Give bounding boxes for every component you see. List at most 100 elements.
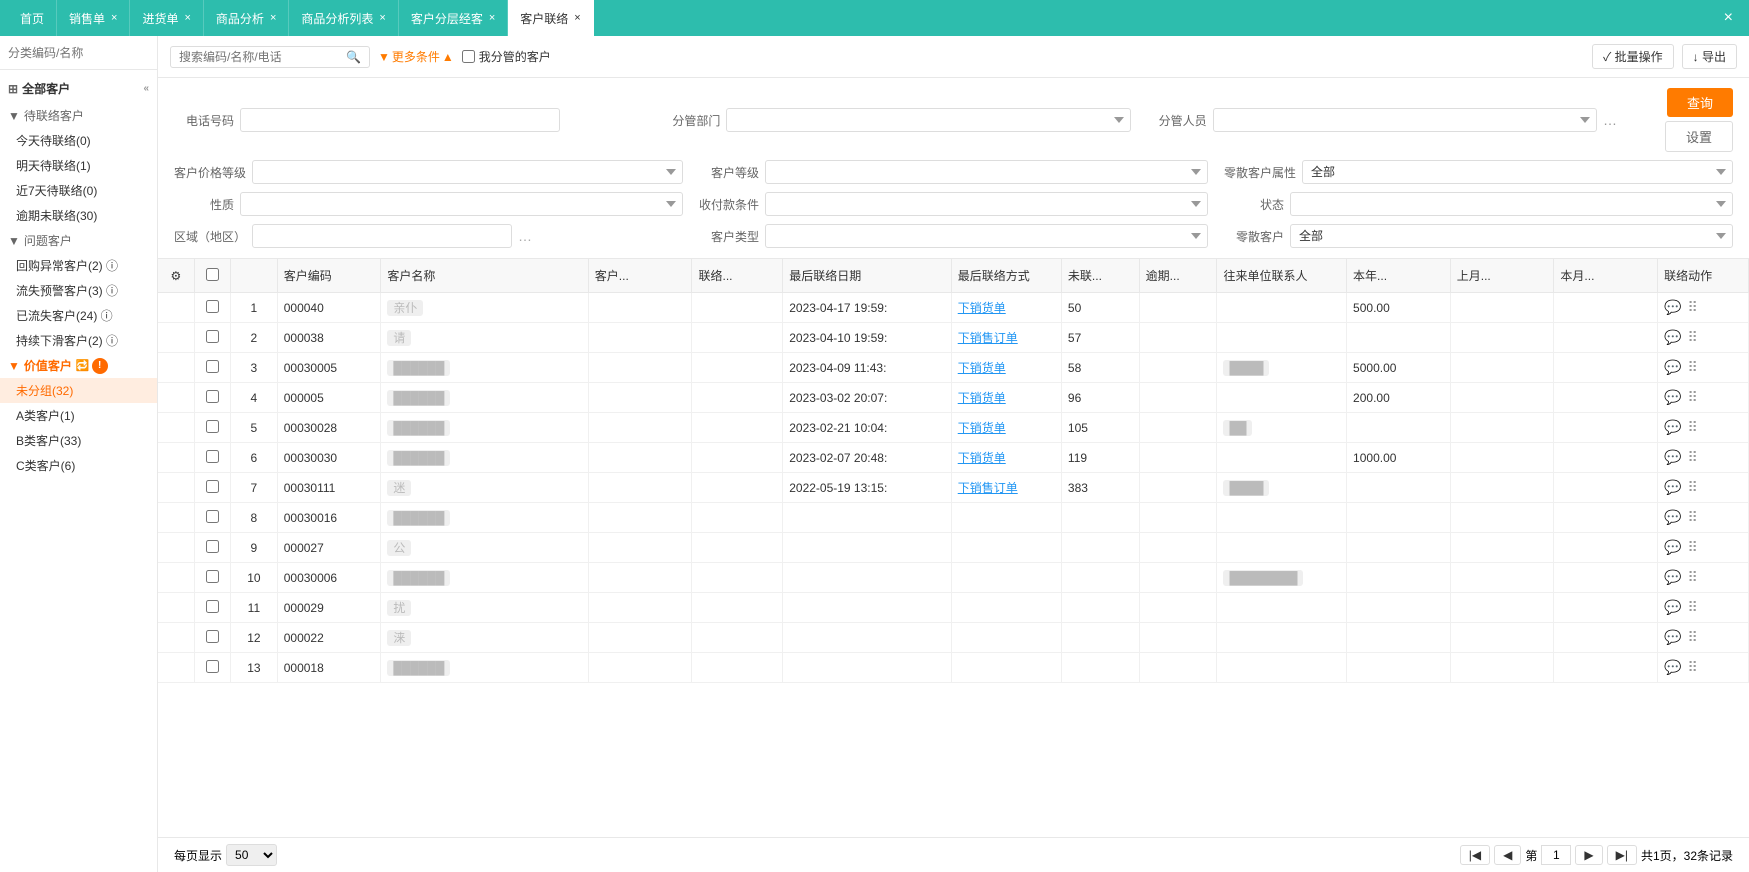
chat-icon[interactable]: 💬 xyxy=(1664,329,1681,346)
chat-icon[interactable]: 💬 xyxy=(1664,599,1681,616)
row-checkbox[interactable] xyxy=(194,563,230,593)
last-method-link[interactable]: 下销货单 xyxy=(958,421,1006,435)
tab-customer-segment[interactable]: 客户分层经客 × xyxy=(399,0,508,36)
last-page-button[interactable]: ▶| xyxy=(1607,845,1637,865)
row-checkbox[interactable] xyxy=(194,533,230,563)
gender-select[interactable] xyxy=(240,192,683,216)
row-check[interactable] xyxy=(206,300,219,313)
my-customers-check[interactable] xyxy=(462,50,475,63)
manager-select[interactable] xyxy=(1213,108,1597,132)
gear-icon[interactable]: ⚙ xyxy=(171,269,182,283)
apps-icon[interactable]: ⠿ xyxy=(1688,599,1698,616)
tab-purchase-close[interactable]: × xyxy=(184,12,190,24)
per-page-select[interactable]: 50 100 200 xyxy=(226,844,277,866)
apps-icon[interactable]: ⠿ xyxy=(1688,449,1698,466)
sidebar-item-churn-risk[interactable]: 流失预警客户(3) ⓘ xyxy=(0,278,157,303)
sidebar-item-class-b[interactable]: B类客户(33) xyxy=(0,428,157,453)
close-all-button[interactable]: × xyxy=(1716,9,1741,27)
tab-product-analysis-list[interactable]: 商品分析列表 × xyxy=(289,0,398,36)
row-checkbox[interactable] xyxy=(194,293,230,323)
row-checkbox[interactable] xyxy=(194,323,230,353)
search-input[interactable] xyxy=(179,50,346,64)
chat-icon[interactable]: 💬 xyxy=(1664,449,1681,466)
row-check[interactable] xyxy=(206,570,219,583)
row-last-method[interactable] xyxy=(951,533,1061,563)
row-checkbox[interactable] xyxy=(194,353,230,383)
row-last-method[interactable]: 下销货单 xyxy=(951,383,1061,413)
sidebar-item-7days[interactable]: 近7天待联络(0) xyxy=(0,178,157,203)
col-checkbox[interactable] xyxy=(194,259,230,293)
all-customers-header[interactable]: ⊞ 全部客户 « xyxy=(0,74,157,103)
sidebar-item-lost[interactable]: 已流失客户(24) ⓘ xyxy=(0,303,157,328)
row-check[interactable] xyxy=(206,390,219,403)
last-method-link[interactable]: 下销售订单 xyxy=(958,331,1018,345)
last-method-link[interactable]: 下销货单 xyxy=(958,451,1006,465)
row-checkbox[interactable] xyxy=(194,653,230,683)
my-customers-checkbox[interactable]: 我分管的客户 xyxy=(462,48,551,65)
last-method-link[interactable]: 下销货单 xyxy=(958,301,1006,315)
chat-icon[interactable]: 💬 xyxy=(1664,629,1681,646)
col-settings[interactable]: ⚙ xyxy=(158,259,194,293)
dept-select[interactable] xyxy=(726,108,1130,132)
sidebar-item-unclassified[interactable]: 未分组(32) xyxy=(0,378,157,403)
apps-icon[interactable]: ⠿ xyxy=(1688,419,1698,436)
chat-icon[interactable]: 💬 xyxy=(1664,479,1681,496)
price-level-select[interactable] xyxy=(252,160,683,184)
sidebar-collapse-icon[interactable]: « xyxy=(143,83,149,94)
row-check[interactable] xyxy=(206,660,219,673)
prev-page-button[interactable]: ◀ xyxy=(1494,845,1521,865)
search-icon[interactable]: 🔍 xyxy=(346,50,361,64)
select-all-checkbox[interactable] xyxy=(206,268,219,281)
tab-purchase[interactable]: 进货单 × xyxy=(130,0,203,36)
query-button[interactable]: 查询 xyxy=(1667,88,1733,117)
sidebar-item-class-a[interactable]: A类客户(1) xyxy=(0,403,157,428)
last-method-link[interactable]: 下销售订单 xyxy=(958,481,1018,495)
row-checkbox[interactable] xyxy=(194,383,230,413)
row-last-method[interactable]: 下销货单 xyxy=(951,293,1061,323)
tab-product-analysis-close[interactable]: × xyxy=(270,12,276,24)
apps-icon[interactable]: ⠿ xyxy=(1688,389,1698,406)
chat-icon[interactable]: 💬 xyxy=(1664,539,1681,556)
sidebar-group-pending[interactable]: ▼ 待联络客户 xyxy=(0,103,157,128)
page-input[interactable] xyxy=(1541,845,1571,865)
apps-icon[interactable]: ⠿ xyxy=(1688,509,1698,526)
tab-sales[interactable]: 销售单 × xyxy=(57,0,130,36)
row-check[interactable] xyxy=(206,420,219,433)
tab-customer-contact-close[interactable]: × xyxy=(574,12,580,24)
last-method-link[interactable]: 下销货单 xyxy=(958,361,1006,375)
apps-icon[interactable]: ⠿ xyxy=(1688,629,1698,646)
apps-icon[interactable]: ⠿ xyxy=(1688,479,1698,496)
chat-icon[interactable]: 💬 xyxy=(1664,359,1681,376)
last-method-link[interactable]: 下销货单 xyxy=(958,391,1006,405)
apps-icon[interactable]: ⠿ xyxy=(1688,569,1698,586)
row-check[interactable] xyxy=(206,540,219,553)
payment-select[interactable] xyxy=(765,192,1208,216)
row-checkbox[interactable] xyxy=(194,623,230,653)
sidebar-item-overdue[interactable]: 逾期未联络(30) xyxy=(0,203,157,228)
retail-attr-select[interactable]: 全部 xyxy=(1302,160,1733,184)
cust-type-select[interactable] xyxy=(765,224,1208,248)
row-check[interactable] xyxy=(206,480,219,493)
sidebar-item-today[interactable]: 今天待联络(0) xyxy=(0,128,157,153)
retail-cust-select[interactable]: 全部 xyxy=(1290,224,1733,248)
sidebar-item-class-c[interactable]: C类客户(6) xyxy=(0,453,157,478)
status-select[interactable] xyxy=(1290,192,1733,216)
sidebar-group-value[interactable]: ▼ 价值客户 🔁 ! xyxy=(0,353,157,378)
tab-sales-close[interactable]: × xyxy=(111,12,117,24)
batch-op-button[interactable]: ✓ 批量操作 xyxy=(1592,44,1674,69)
chat-icon[interactable]: 💬 xyxy=(1664,659,1681,676)
sidebar-item-declining[interactable]: 持续下滑客户(2) ⓘ xyxy=(0,328,157,353)
next-page-button[interactable]: ▶ xyxy=(1575,845,1602,865)
sidebar-item-abnormal[interactable]: 回购异常客户(2) ⓘ xyxy=(0,253,157,278)
sidebar-item-tomorrow[interactable]: 明天待联络(1) xyxy=(0,153,157,178)
apps-icon[interactable]: ⠿ xyxy=(1688,359,1698,376)
row-checkbox[interactable] xyxy=(194,473,230,503)
first-page-button[interactable]: |◀ xyxy=(1460,845,1490,865)
apps-icon[interactable]: ⠿ xyxy=(1688,659,1698,676)
chat-icon[interactable]: 💬 xyxy=(1664,509,1681,526)
chat-icon[interactable]: 💬 xyxy=(1664,389,1681,406)
region-more-icon[interactable]: … xyxy=(518,228,532,244)
apps-icon[interactable]: ⠿ xyxy=(1688,329,1698,346)
tab-product-analysis-list-close[interactable]: × xyxy=(379,12,385,24)
chat-icon[interactable]: 💬 xyxy=(1664,299,1681,316)
